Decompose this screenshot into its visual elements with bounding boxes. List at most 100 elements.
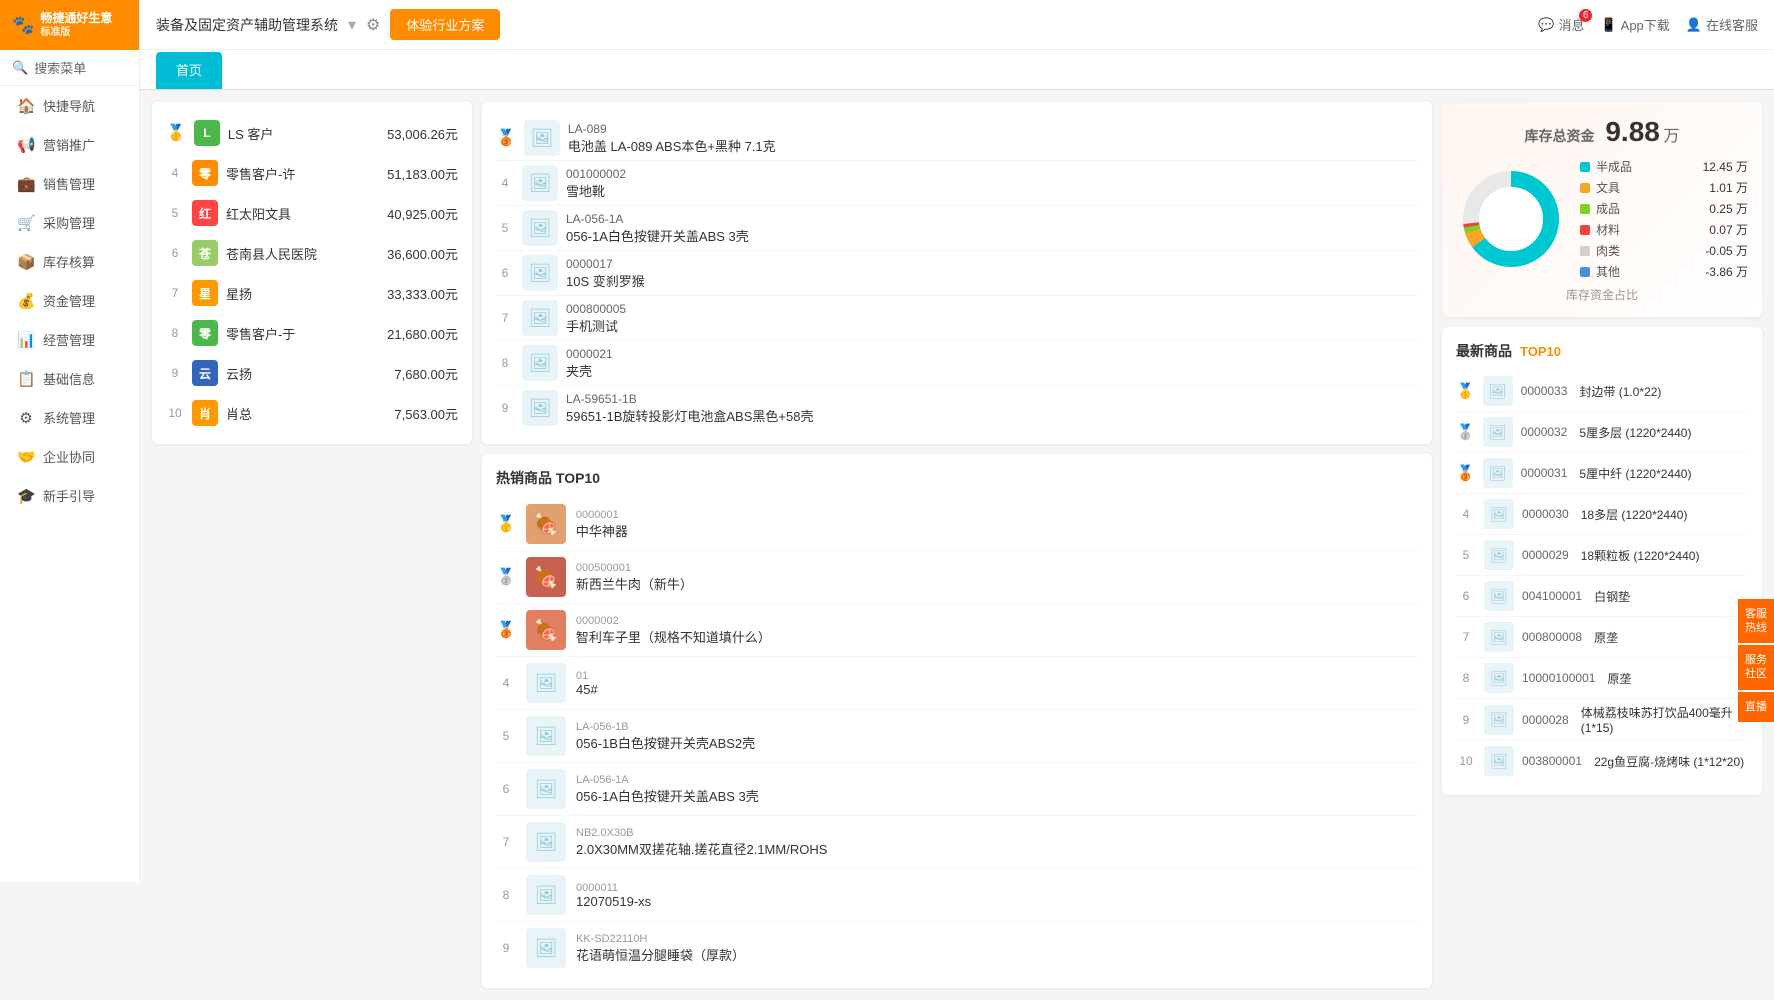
gear-icon[interactable]: ⚙ [366, 15, 380, 35]
rank-number: 7 [166, 286, 184, 300]
new-product-item: 10 🖼 003800001 22g鱼豆腐-烧烤味 (1*12*20) [1456, 741, 1748, 781]
sidebar-nav-item-1[interactable]: 📢 营销推广 [0, 125, 139, 164]
new-products-card: 最新商品 TOP10 🥇 🖼 0000033 封边带 (1.0*22)🥈 🖼 0… [1442, 327, 1762, 795]
medal-icon: 🥉 [496, 620, 516, 640]
customer-ranking-card: 🥇 L LS 客户 53,006.26元4 零 零售客户-许 51,183.00… [152, 102, 472, 444]
new-product-rank: 10 [1456, 754, 1476, 768]
new-product-thumb: 🖼 [1484, 540, 1514, 570]
experience-button[interactable]: 体验行业方案 [390, 9, 500, 40]
nav-label-2: 销售管理 [43, 174, 95, 193]
customer-amount: 7,563.00元 [394, 404, 458, 423]
right-panel: 库存总资金 9.88 万 [1442, 102, 1762, 988]
product-thumb: 🖼 [522, 165, 558, 201]
new-product-name: 原垄 [1594, 629, 1618, 646]
product-code: 0000011 [576, 882, 651, 894]
tab-home[interactable]: 首页 [156, 52, 222, 89]
main-content: 🥇 L LS 客户 53,006.26元4 零 零售客户-许 51,183.00… [140, 90, 1774, 1000]
product-code: LA-59651-1B [566, 392, 813, 406]
donut-chart-area: 半成品 12.45 万 文具 1.01 万 成品 0.25 万 材料 0.07 … [1456, 158, 1748, 280]
customer-name: 红太阳文具 [226, 204, 379, 223]
legend-item: 半成品 12.45 万 [1580, 158, 1748, 175]
hot-product-item: 🥈 🍖 000500001 新西兰牛肉（新牛） [496, 551, 1418, 604]
hot-products-list: 🥇 🍖 0000001 中华神器 🥈 🍖 000500001 新西兰牛肉（新牛）… [496, 498, 1418, 974]
legend-dot [1580, 246, 1590, 256]
sidebar-nav-item-8[interactable]: ⚙ 系统管理 [0, 398, 139, 437]
product-name: 10S 变刹罗猴 [566, 271, 645, 290]
customer-avatar: 零 [192, 320, 218, 346]
logo-subtitle: 标准版 [40, 26, 112, 39]
product-name: 056-1A白色按键开关盖ABS 3壳 [576, 786, 759, 805]
product-name: 中华神器 [576, 521, 628, 540]
topbar-title: 装备及固定资产辅助管理系统 [156, 15, 338, 35]
dropdown-icon[interactable]: ▾ [348, 15, 356, 35]
right-product-item: 4 🖼 001000002 雪地靴 [496, 161, 1418, 206]
new-product-name: 5厘中纤 (1220*2440) [1579, 465, 1691, 482]
customer-name: LS 客户 [228, 124, 379, 143]
nav-label-10: 新手引导 [43, 486, 95, 505]
nav-icon-3: 🛒 [17, 214, 35, 232]
sidebar-nav-item-9[interactable]: 🤝 企业协同 [0, 437, 139, 476]
topbar: 装备及固定资产辅助管理系统 ▾ ⚙ 体验行业方案 💬 消息 6 📱 App下载 … [140, 0, 1774, 50]
online-service-button[interactable]: 👤 在线客服 [1686, 15, 1758, 34]
product-rank: 9 [496, 401, 514, 415]
product-name: 056-1B白色按键开关壳ABS2壳 [576, 733, 755, 752]
new-product-name: 22g鱼豆腐-烧烤味 (1*12*20) [1594, 753, 1744, 770]
new-product-item: 7 🖼 000800008 原垄 [1456, 617, 1748, 658]
inventory-label: 库存总资金 [1524, 128, 1594, 144]
legend-value: 0.25 万 [1709, 200, 1748, 217]
sidebar-nav-item-4[interactable]: 📦 库存核算 [0, 242, 139, 281]
new-product-rank: 7 [1456, 630, 1476, 644]
right-product-item: 7 🖼 000800005 手机测试 [496, 296, 1418, 341]
inventory-card: 库存总资金 9.88 万 [1442, 102, 1762, 317]
product-thumb: 🍖 [526, 504, 566, 544]
product-rank: 5 [496, 221, 514, 235]
app-download-label: App下载 [1621, 15, 1670, 34]
sidebar-nav-item-0[interactable]: 🏠 快捷导航 [0, 86, 139, 125]
sidebar-nav-item-3[interactable]: 🛒 采购管理 [0, 203, 139, 242]
customer-service-button[interactable]: 客服热线 [1738, 599, 1774, 644]
product-code: KK-SD22110H [576, 933, 745, 945]
product-code: 0000021 [566, 347, 613, 361]
hot-product-item: 4 🖼 01 45# [496, 657, 1418, 710]
legend-label: 肉类 [1596, 242, 1699, 259]
nav-icon-1: 📢 [17, 136, 35, 154]
customer-name: 零售客户-许 [226, 164, 379, 183]
product-name: 45# [576, 682, 598, 697]
customer-amount: 53,006.26元 [387, 124, 458, 143]
product-name: 电池盖 LA-089 ABS本色+黑种 7.1克 [568, 136, 776, 155]
sidebar-nav-item-2[interactable]: 💼 销售管理 [0, 164, 139, 203]
new-product-name: 封边带 (1.0*22) [1579, 383, 1661, 400]
community-button[interactable]: 服务社区 [1738, 645, 1774, 690]
rank-item: 7 星 星扬 33,333.00元 [166, 276, 458, 310]
new-product-item: 9 🖼 0000028 体械荔枝味苏打饮品400毫升 (1*15) [1456, 699, 1748, 741]
new-product-name: 白钢垫 [1594, 588, 1630, 605]
sidebar-nav-item-5[interactable]: 💰 资金管理 [0, 281, 139, 320]
search-menu-button[interactable]: 🔍 搜索菜单 [0, 50, 139, 86]
rank-item: 8 零 零售客户-于 21,680.00元 [166, 316, 458, 350]
notifications-button[interactable]: 💬 消息 6 [1538, 15, 1584, 34]
nav-icon-10: 🎓 [17, 487, 35, 505]
new-products-list: 🥇 🖼 0000033 封边带 (1.0*22)🥈 🖼 0000032 5厘多层… [1456, 371, 1748, 781]
customer-amount: 7,680.00元 [394, 364, 458, 383]
hot-product-item: 9 🖼 KK-SD22110H 花语萌恒温分腿睡袋（厚款） [496, 922, 1418, 974]
sidebar-nav-item-10[interactable]: 🎓 新手引导 [0, 476, 139, 515]
legend-item: 肉类 -0.05 万 [1580, 242, 1748, 259]
product-name: 雪地靴 [566, 181, 626, 200]
new-product-item: 🥈 🖼 0000032 5厘多层 (1220*2440) [1456, 412, 1748, 453]
live-button[interactable]: 直播 [1738, 692, 1774, 722]
sidebar-nav-item-7[interactable]: 📋 基础信息 [0, 359, 139, 398]
rank-number: 9 [166, 366, 184, 380]
legend-dot [1580, 183, 1590, 193]
product-code: 0000001 [576, 509, 628, 521]
medal-icon: 🥉 [1456, 464, 1475, 482]
nav-icon-6: 📊 [17, 331, 35, 349]
nav-icon-9: 🤝 [17, 448, 35, 466]
legend-label: 其他 [1596, 263, 1699, 280]
new-product-code: 0000032 [1521, 425, 1568, 439]
product-code: LA-056-1A [566, 212, 749, 226]
hot-product-item: 🥇 🍖 0000001 中华神器 [496, 498, 1418, 551]
hot-products-card: 热销商品 TOP10 🥇 🍖 0000001 中华神器 🥈 🍖 00050000… [482, 454, 1432, 988]
nav-label-6: 经营管理 [43, 330, 95, 349]
app-download-button[interactable]: 📱 App下载 [1600, 15, 1669, 34]
sidebar-nav-item-6[interactable]: 📊 经营管理 [0, 320, 139, 359]
